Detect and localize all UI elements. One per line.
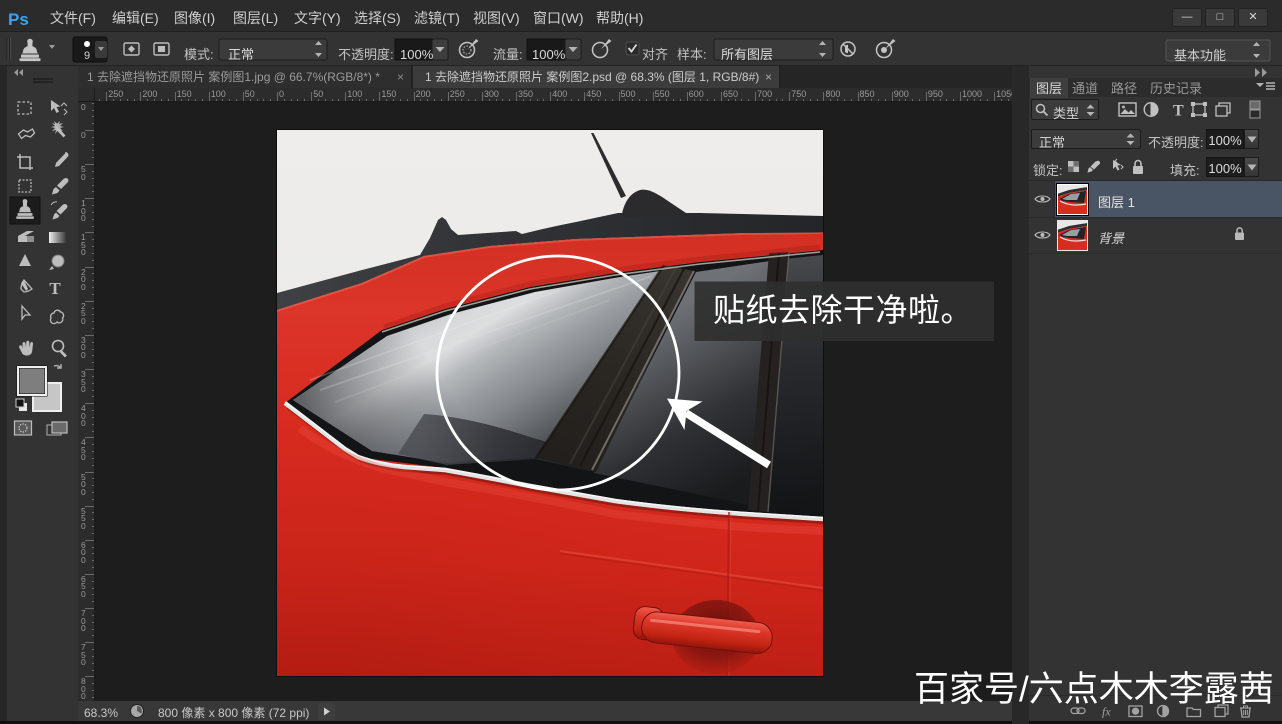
svg-text:9: 9 <box>84 50 90 62</box>
svg-text:T: T <box>1173 103 1184 120</box>
svg-text:贴纸去除干净啦。: 贴纸去除干净啦。 <box>713 285 973 331</box>
svg-text:T: T <box>49 279 61 298</box>
